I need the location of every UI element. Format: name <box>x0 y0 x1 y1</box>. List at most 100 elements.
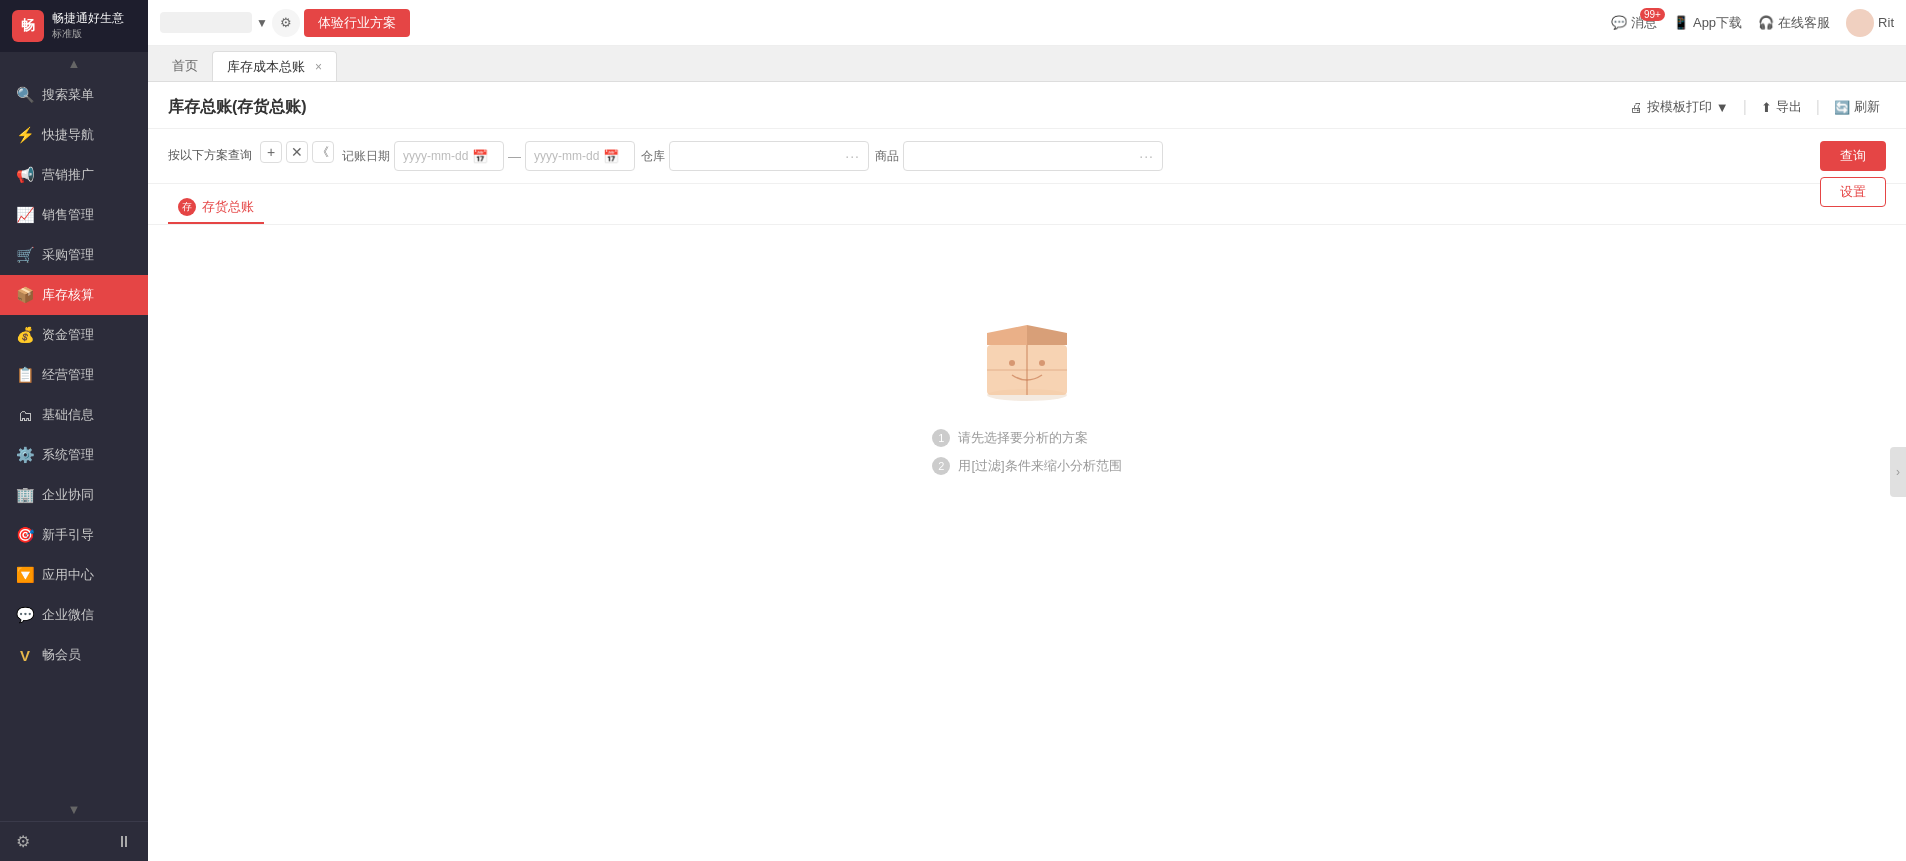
user-menu[interactable]: Rit <box>1846 9 1894 37</box>
refresh-button[interactable]: 🔄 刷新 <box>1828 96 1886 118</box>
sidebar-item-system[interactable]: ⚙️ 系统管理 <box>0 435 148 475</box>
topbar-settings-button[interactable]: ⚙ <box>272 9 300 37</box>
phone-icon: 📱 <box>1673 15 1689 30</box>
basic-icon: 🗂 <box>16 406 34 424</box>
sidebar-item-label: 营销推广 <box>42 166 94 184</box>
bottom-collapse-icon[interactable]: ⏸ <box>116 833 132 851</box>
sidebar: 畅 畅捷通好生意 标准版 ▲ 🔍 搜索菜单 ⚡ 快捷导航 📢 营销推广 📈 销售… <box>0 0 148 861</box>
refresh-icon: 🔄 <box>1834 100 1850 115</box>
sidebar-item-operation[interactable]: 📋 经营管理 <box>0 355 148 395</box>
bottom-settings-icon[interactable]: ⚙ <box>16 832 30 851</box>
wechat-icon: 💬 <box>16 606 34 624</box>
sidebar-item-label: 搜索菜单 <box>42 86 94 104</box>
date-from-input[interactable]: yyyy-mm-dd 📅 <box>394 141 504 171</box>
goods-input[interactable]: ··· <box>903 141 1163 171</box>
app-name: 畅捷通好生意 <box>52 11 124 27</box>
sidebar-item-label: 企业微信 <box>42 606 94 624</box>
sidebar-item-marketing[interactable]: 📢 营销推广 <box>0 155 148 195</box>
tab-home[interactable]: 首页 <box>158 51 212 81</box>
page-panel: 库存总账(存货总账) 🖨 按模板打印 ▼ | ⬆ 导出 | 🔄 <box>148 82 1906 861</box>
sidebar-item-basic[interactable]: 🗂 基础信息 <box>0 395 148 435</box>
scheme-icon: 存 <box>178 198 196 216</box>
filter-area: 按以下方案查询 + ✕ 《 记账日期 yyyy-mm-dd 📅 <box>148 129 1906 184</box>
print-dropdown-icon: ▼ <box>1716 100 1729 115</box>
sidebar-item-purchase[interactable]: 🛒 采购管理 <box>0 235 148 275</box>
svg-point-7 <box>1039 360 1045 366</box>
messages-badge: 99+ <box>1640 8 1665 21</box>
svg-marker-3 <box>1027 325 1067 345</box>
goods-field: 商品 ··· <box>875 141 1163 171</box>
page-title: 库存总账(存货总账) <box>168 97 307 118</box>
sidebar-item-sales[interactable]: 📈 销售管理 <box>0 195 148 235</box>
action-divider: | <box>1743 98 1747 116</box>
sidebar-item-label: 经营管理 <box>42 366 94 384</box>
date-field: 记账日期 yyyy-mm-dd 📅 — yyyy-mm-dd 📅 <box>342 141 635 171</box>
tip-num-2: 2 <box>932 457 950 475</box>
warehouse-input[interactable]: ··· <box>669 141 869 171</box>
sidebar-item-label: 采购管理 <box>42 246 94 264</box>
warehouse-label: 仓库 <box>641 148 665 165</box>
export-button[interactable]: ⬆ 导出 <box>1755 96 1808 118</box>
sidebar-item-newbie[interactable]: 🎯 新手引导 <box>0 515 148 555</box>
action-divider2: | <box>1816 98 1820 116</box>
side-collapse-handle[interactable]: › <box>1890 447 1906 497</box>
scheme-selector: 存 存货总账 <box>148 184 1906 225</box>
sidebar-item-finance[interactable]: 💰 资金管理 <box>0 315 148 355</box>
print-label: 按模板打印 <box>1647 98 1712 116</box>
app-download-label: App下载 <box>1693 14 1742 32</box>
purchase-icon: 🛒 <box>16 246 34 264</box>
print-button[interactable]: 🖨 按模板打印 ▼ <box>1624 96 1735 118</box>
topbar-dropdown-icon[interactable]: ▼ <box>256 16 268 30</box>
headset-icon: 🎧 <box>1758 15 1774 30</box>
quicknav-icon: ⚡ <box>16 126 34 144</box>
app-name-area: 畅捷通好生意 标准版 <box>52 11 124 41</box>
messages-button[interactable]: 💬 消息 99+ <box>1611 14 1657 32</box>
empty-state: 1 请先选择要分析的方案 2 用[过滤]条件来缩小分析范围 <box>148 225 1906 555</box>
filter-add-button[interactable]: + <box>260 141 282 163</box>
topbar-nav: ▼ ⚙ 体验行业方案 <box>160 9 1603 37</box>
filter-collapse-button[interactable]: 《 <box>312 141 334 163</box>
user-name: Rit <box>1878 15 1894 30</box>
member-icon: V <box>16 646 34 664</box>
sidebar-scroll-down[interactable]: ▼ <box>0 798 148 821</box>
trial-industry-button[interactable]: 体验行业方案 <box>304 9 410 37</box>
sidebar-item-enterprise[interactable]: 🏢 企业协同 <box>0 475 148 515</box>
sidebar-item-inventory[interactable]: 📦 库存核算 <box>0 275 148 315</box>
online-service-button[interactable]: 🎧 在线客服 <box>1758 14 1830 32</box>
marketing-icon: 📢 <box>16 166 34 184</box>
filter-controls: 记账日期 yyyy-mm-dd 📅 — yyyy-mm-dd 📅 <box>342 141 1886 171</box>
svg-point-6 <box>1009 360 1015 366</box>
tab-close-button[interactable]: × <box>315 60 322 74</box>
page-header: 库存总账(存货总账) 🖨 按模板打印 ▼ | ⬆ 导出 | 🔄 <box>148 82 1906 129</box>
calendar-to-icon: 📅 <box>603 149 619 164</box>
filter-delete-button[interactable]: ✕ <box>286 141 308 163</box>
calendar-from-icon: 📅 <box>472 149 488 164</box>
sidebar-scroll-up[interactable]: ▲ <box>0 52 148 75</box>
tabs-bar: 首页 库存成本总账 × <box>148 46 1906 82</box>
print-icon: 🖨 <box>1630 100 1643 115</box>
sidebar-item-search[interactable]: 🔍 搜索菜单 <box>0 75 148 115</box>
tab-inventory-ledger[interactable]: 库存成本总账 × <box>212 51 337 81</box>
operation-icon: 📋 <box>16 366 34 384</box>
newbie-icon: 🎯 <box>16 526 34 544</box>
settings-button[interactable]: 设置 <box>1820 177 1886 207</box>
topbar: ▼ ⚙ 体验行业方案 💬 消息 99+ 📱 App下载 🎧 在线客服 Rit <box>148 0 1906 46</box>
appcenter-icon: 🔽 <box>16 566 34 584</box>
sidebar-item-appcenter[interactable]: 🔽 应用中心 <box>0 555 148 595</box>
online-service-label: 在线客服 <box>1778 14 1830 32</box>
scheme-item-inventory-ledger[interactable]: 存 存货总账 <box>168 192 264 224</box>
sidebar-item-label: 销售管理 <box>42 206 94 224</box>
sales-icon: 📈 <box>16 206 34 224</box>
sidebar-item-label: 系统管理 <box>42 446 94 464</box>
sidebar-item-label: 企业协同 <box>42 486 94 504</box>
filter-row: 记账日期 yyyy-mm-dd 📅 — yyyy-mm-dd 📅 <box>342 141 1163 171</box>
date-to-input[interactable]: yyyy-mm-dd 📅 <box>525 141 635 171</box>
sidebar-item-quicknav[interactable]: ⚡ 快捷导航 <box>0 115 148 155</box>
sidebar-item-label: 基础信息 <box>42 406 94 424</box>
query-button[interactable]: 查询 <box>1820 141 1886 171</box>
inventory-icon: 📦 <box>16 286 34 304</box>
sidebar-item-member[interactable]: V 畅会员 <box>0 635 148 675</box>
sidebar-item-wechat[interactable]: 💬 企业微信 <box>0 595 148 635</box>
app-download-button[interactable]: 📱 App下载 <box>1673 14 1742 32</box>
sidebar-item-label: 新手引导 <box>42 526 94 544</box>
